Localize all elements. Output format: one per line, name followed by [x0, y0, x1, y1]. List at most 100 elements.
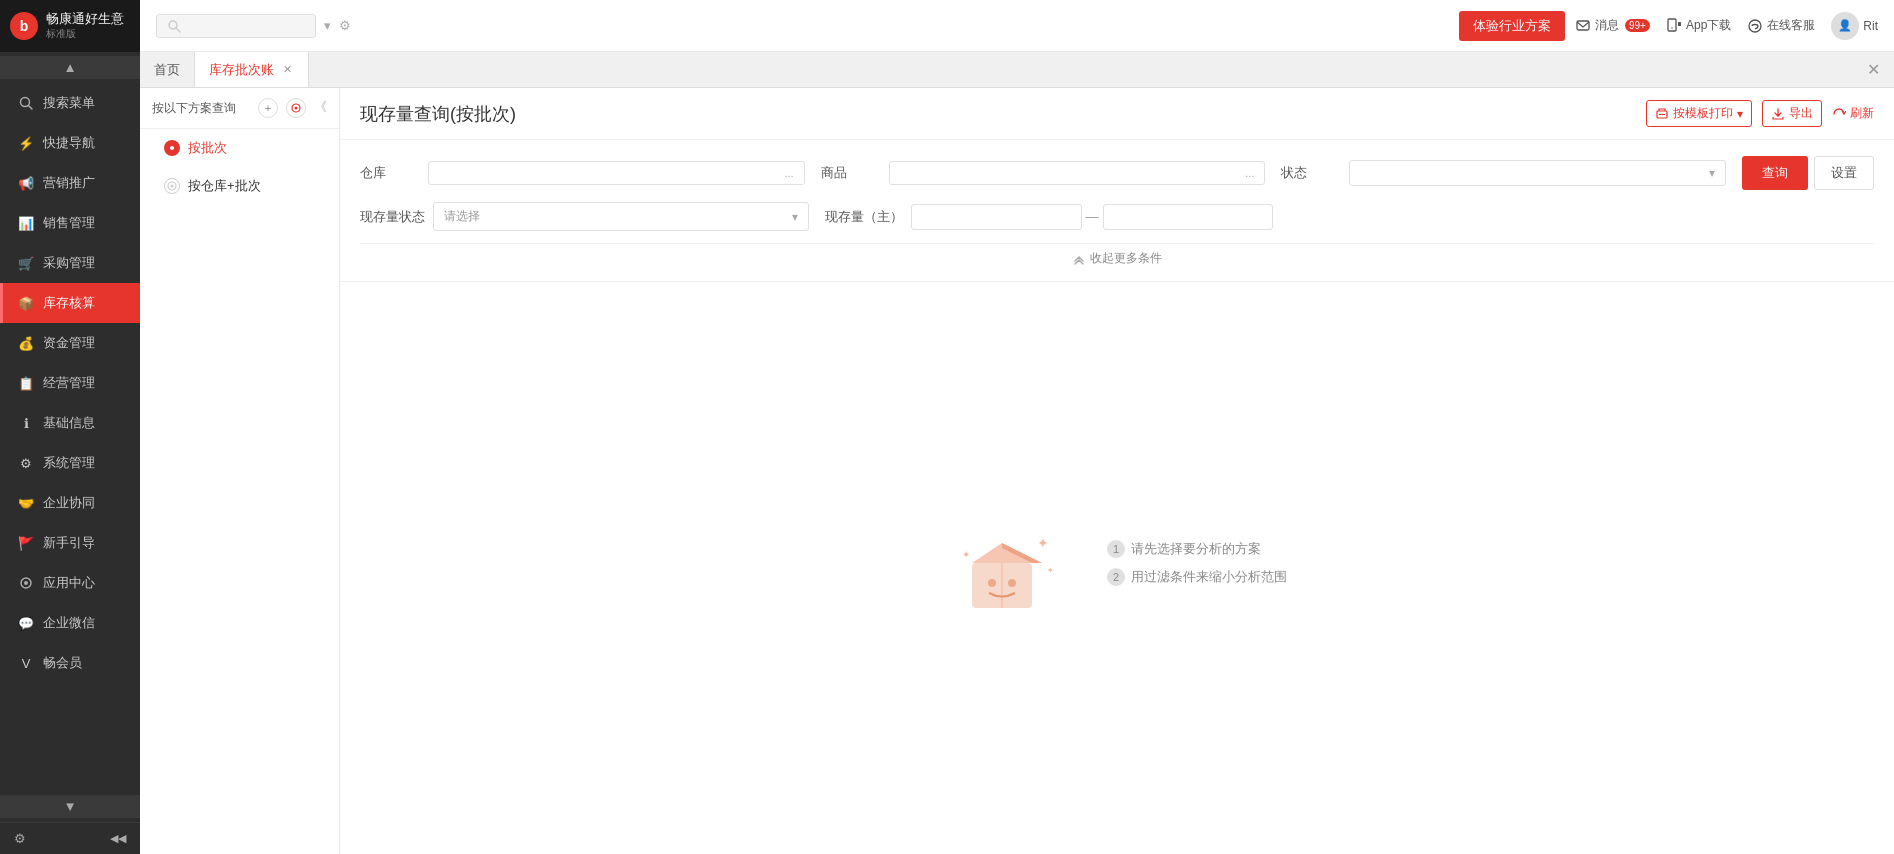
sidebar-item-label: 应用中心	[43, 574, 95, 592]
filter-form: 仓库 ... 商品 ... 状态	[340, 140, 1894, 282]
filter-panel-header: 按以下方案查询 + 《	[140, 88, 339, 129]
sidebar-item-basics[interactable]: ℹ 基础信息	[0, 403, 140, 443]
sidebar-item-search-menu[interactable]: 搜索菜单	[0, 83, 140, 123]
scroll-up-area: ▲	[0, 52, 140, 83]
sidebar-item-app-center[interactable]: 应用中心	[0, 563, 140, 603]
filter-row-2: 现存量状态 请选择 ▾ 现存量（主） —	[360, 202, 1874, 231]
svg-point-12	[295, 107, 298, 110]
collapse-more-btn[interactable]: 收起更多条件	[360, 243, 1874, 273]
svg-point-22	[988, 579, 996, 587]
sidebar-scroll-down[interactable]: ▼	[0, 795, 140, 818]
product-input[interactable]: ...	[889, 161, 1266, 185]
tab-panel-close-btn[interactable]: ✕	[1853, 60, 1894, 79]
top-header: ▾ ⚙ 体验行业方案 消息 99+ App下载	[140, 0, 1894, 52]
refresh-btn[interactable]: 刷新	[1832, 105, 1874, 122]
sidebar-item-quick-nav[interactable]: ⚡ 快捷导航	[0, 123, 140, 163]
export-btn[interactable]: 导出	[1762, 100, 1822, 127]
header-dropdown-arrow[interactable]: ▾	[324, 18, 331, 33]
settings-btn[interactable]: 设置	[1814, 156, 1874, 190]
tip-1-text: 请先选择要分析的方案	[1131, 540, 1261, 558]
sidebar-header: b 畅康通好生意 标准版	[0, 0, 140, 52]
main-panel: 现存量查询(按批次) 按模板打印 ▾	[340, 88, 1894, 854]
messages-btn[interactable]: 消息 99+	[1575, 17, 1650, 34]
svg-point-10	[1749, 20, 1761, 32]
collapse-filter-btn[interactable]: 《	[314, 98, 327, 118]
scheme-settings-btn[interactable]	[286, 98, 306, 118]
svg-rect-6	[1577, 21, 1589, 30]
stock-status-placeholder: 请选择	[444, 208, 480, 225]
sidebar-item-member[interactable]: V 畅会员	[0, 643, 140, 683]
sidebar-item-newbie[interactable]: 🚩 新手引导	[0, 523, 140, 563]
stock-qty-max[interactable]	[1103, 204, 1274, 230]
sidebar-nav-wrapper: ▲ 搜索菜单 ⚡ 快捷导航 📢 营销推广	[0, 52, 140, 822]
sidebar-item-label: 系统管理	[43, 454, 95, 472]
sidebar-item-finance[interactable]: 💰 资金管理	[0, 323, 140, 363]
svg-point-23	[1008, 579, 1016, 587]
sidebar-item-inventory[interactable]: 📦 库存核算	[0, 283, 140, 323]
filter-item-by-warehouse-batch[interactable]: 按仓库+批次	[140, 167, 339, 205]
status-dropdown-icon: ▾	[1709, 166, 1715, 180]
header-settings-icon[interactable]: ⚙	[339, 18, 351, 33]
header-right: 消息 99+ App下载 在线客服 👤	[1575, 12, 1878, 40]
active-scheme-indicator	[164, 140, 180, 156]
sidebar-item-label: 搜索菜单	[43, 94, 95, 112]
sidebar-item-label: 畅会员	[43, 654, 82, 672]
messages-label: 消息	[1595, 17, 1619, 34]
sidebar-item-label: 库存核算	[43, 294, 95, 312]
tip-1-num: 1	[1107, 540, 1125, 558]
sidebar-item-purchase[interactable]: 🛒 采购管理	[0, 243, 140, 283]
tab-inventory-batch[interactable]: 库存批次账 ✕	[195, 52, 309, 87]
collapse-sidebar-btn[interactable]: ◀◀	[110, 832, 126, 845]
product-field: 商品 ...	[821, 161, 1266, 185]
stock-qty-range: —	[911, 204, 1274, 230]
sidebar-item-label: 基础信息	[43, 414, 95, 432]
stock-status-field: 现存量状态 请选择 ▾	[360, 202, 809, 231]
stock-status-label: 现存量状态	[360, 208, 425, 226]
add-scheme-btn[interactable]: +	[258, 98, 278, 118]
status-input[interactable]: ▾	[1349, 160, 1726, 186]
user-name: Rit	[1863, 19, 1878, 33]
template-print-btn[interactable]: 按模板打印 ▾	[1646, 100, 1752, 127]
trial-button[interactable]: 体验行业方案	[1459, 11, 1565, 41]
query-btn[interactable]: 查询	[1742, 156, 1808, 190]
inactive-scheme-indicator	[164, 178, 180, 194]
sidebar-item-label: 销售管理	[43, 214, 95, 232]
stock-status-select[interactable]: 请选择 ▾	[433, 202, 809, 231]
filter-item-by-batch[interactable]: 按批次	[140, 129, 339, 167]
main-area: ▾ ⚙ 体验行业方案 消息 99+ App下载	[140, 0, 1894, 854]
collapse-more-label: 收起更多条件	[1090, 250, 1162, 267]
empty-state: ✦ ✦ ✦ 1 请先选择要分析的方案 2 用过滤条件来缩小分析范围	[340, 282, 1894, 854]
stock-qty-min[interactable]	[911, 204, 1082, 230]
sidebar-item-sales[interactable]: 📊 销售管理	[0, 203, 140, 243]
sidebar-item-enterprise-wx[interactable]: 💬 企业微信	[0, 603, 140, 643]
avatar: 👤	[1831, 12, 1859, 40]
product-more[interactable]: ...	[1245, 167, 1254, 179]
user-avatar-placeholder: 👤	[1838, 19, 1852, 32]
app-download-label: App下载	[1686, 17, 1731, 34]
header-search-box[interactable]	[156, 14, 316, 38]
online-service-btn[interactable]: 在线客服	[1747, 17, 1815, 34]
header-input-area: ▾ ⚙	[156, 14, 1449, 38]
flag-icon: 🚩	[17, 534, 35, 552]
filter-item-by-batch-label: 按批次	[188, 139, 227, 157]
empty-tips: 1 请先选择要分析的方案 2 用过滤条件来缩小分析范围	[1107, 540, 1287, 596]
user-profile[interactable]: 👤 Rit	[1831, 12, 1878, 40]
svg-rect-9	[1678, 22, 1681, 26]
cart-icon: 🛒	[17, 254, 35, 272]
sidebar-item-enterprise[interactable]: 🤝 企业协同	[0, 483, 140, 523]
sidebar-item-label: 新手引导	[43, 534, 95, 552]
sidebar-item-operations[interactable]: 📋 经营管理	[0, 363, 140, 403]
settings-icon[interactable]: ⚙	[14, 831, 26, 846]
warehouse-input[interactable]: ...	[428, 161, 805, 185]
tab-home[interactable]: 首页	[140, 52, 195, 87]
filter-item-by-warehouse-batch-label: 按仓库+批次	[188, 177, 261, 195]
wechat-icon: 💬	[17, 614, 35, 632]
warehouse-more[interactable]: ...	[785, 167, 794, 179]
sidebar-scroll-up[interactable]: ▲	[0, 56, 140, 79]
sidebar-item-marketing[interactable]: 📢 营销推广	[0, 163, 140, 203]
online-service-label: 在线客服	[1767, 17, 1815, 34]
sidebar-item-system[interactable]: ⚙ 系统管理	[0, 443, 140, 483]
app-download-btn[interactable]: App下载	[1666, 17, 1731, 34]
tab-close-btn[interactable]: ✕	[280, 63, 294, 77]
filter-panel-title: 按以下方案查询	[152, 100, 236, 117]
